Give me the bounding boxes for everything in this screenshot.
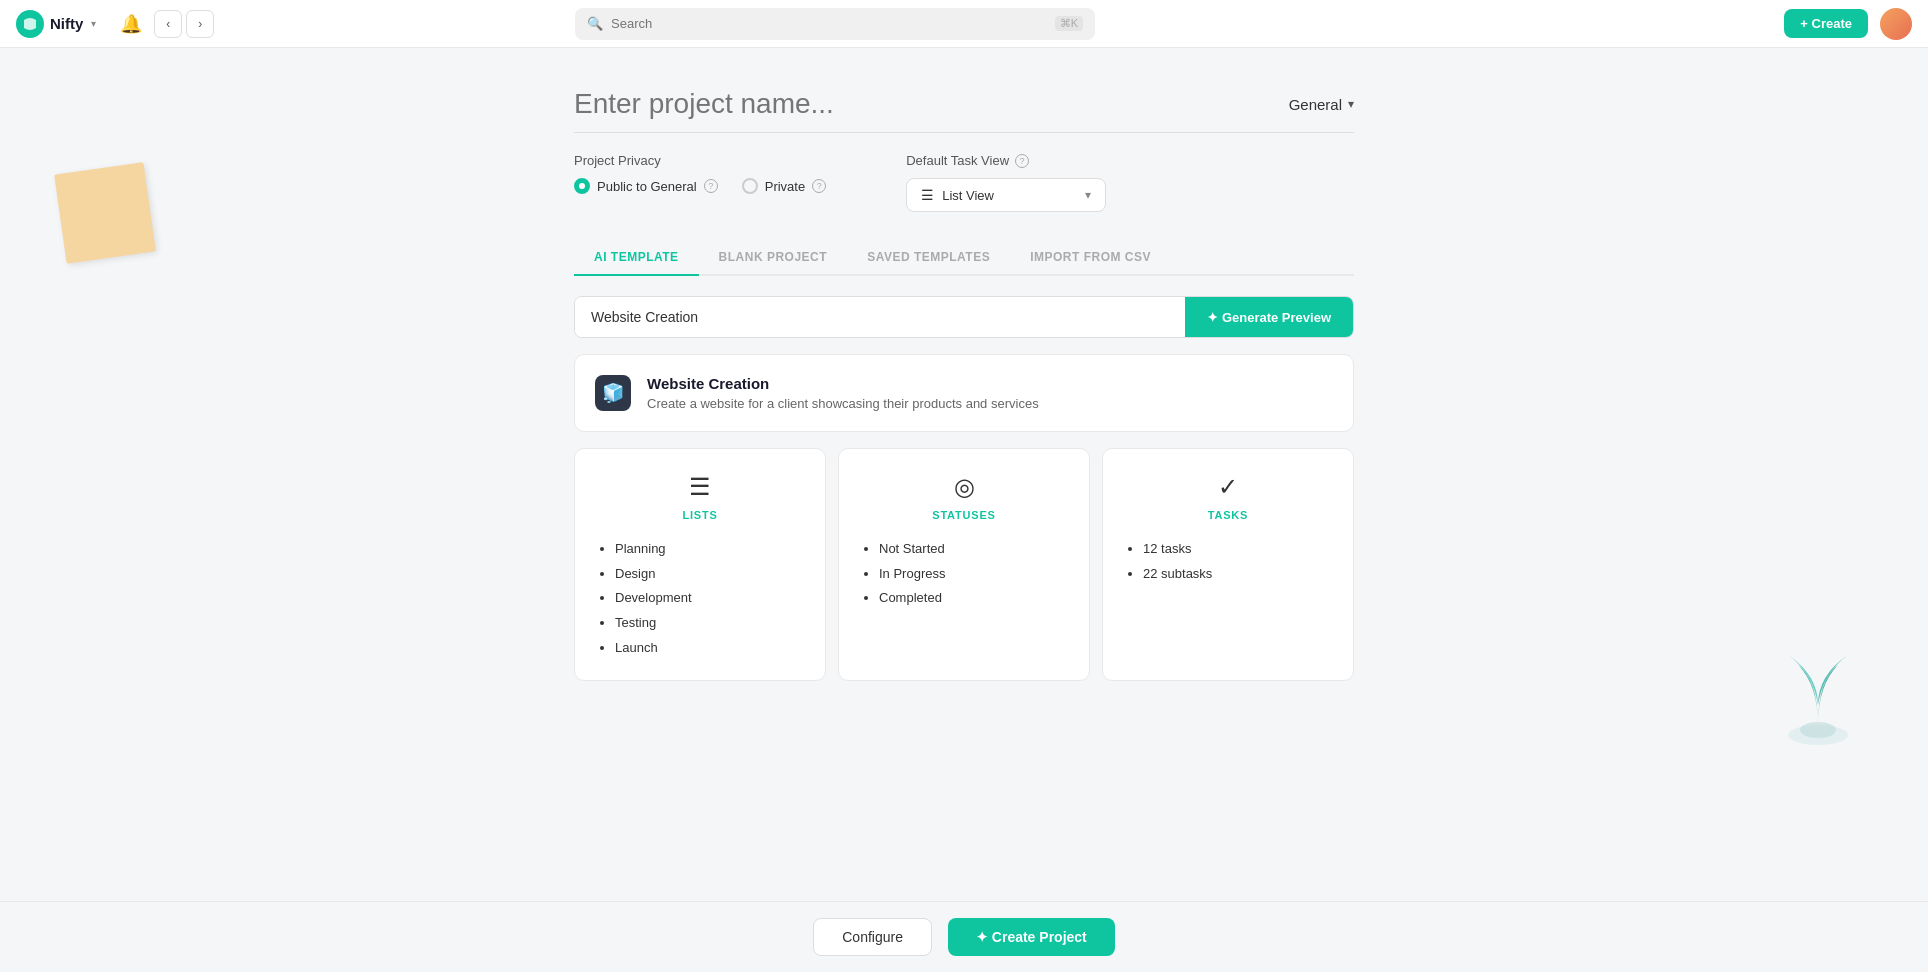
list-item: Design	[615, 562, 805, 587]
create-project-button[interactable]: ✦ Create Project	[948, 918, 1115, 956]
taskview-selected: List View	[942, 188, 994, 203]
tasks-list: 12 tasks 22 subtasks	[1123, 537, 1333, 586]
sticky-note-decoration	[54, 162, 156, 264]
statuses-icon: ◎	[954, 473, 975, 501]
list-item: Completed	[879, 586, 1069, 611]
tasks-title: TASKS	[1123, 509, 1333, 521]
search-input[interactable]	[611, 16, 1047, 31]
privacy-row: Project Privacy Public to General ? Priv…	[574, 153, 1354, 212]
list-item: Planning	[615, 537, 805, 562]
taskview-label: Default Task View ?	[906, 153, 1106, 168]
plant-decoration	[1768, 625, 1868, 745]
public-option[interactable]: Public to General ?	[574, 178, 718, 194]
public-radio[interactable]	[574, 178, 590, 194]
list-view-icon: ☰	[921, 187, 934, 203]
workspace-selector[interactable]: General ▾	[1289, 96, 1354, 113]
avatar[interactable]	[1880, 8, 1912, 40]
lists-title: LISTS	[595, 509, 805, 521]
statuses-icon-area: ◎	[859, 473, 1069, 501]
tab-import-csv[interactable]: IMPORT FROM CSV	[1010, 240, 1171, 276]
statuses-list: Not Started In Progress Completed	[859, 537, 1069, 611]
privacy-section: Project Privacy Public to General ? Priv…	[574, 153, 826, 194]
tasks-icon-area: ✓	[1123, 473, 1333, 501]
bottom-bar: Configure ✦ Create Project	[0, 901, 1928, 972]
list-item: Testing	[615, 611, 805, 636]
configure-button[interactable]: Configure	[813, 918, 932, 956]
lists-list: Planning Design Development Testing Laun…	[595, 537, 805, 660]
lists-icon-area: ☰	[595, 473, 805, 501]
svg-point-2	[1800, 722, 1836, 738]
project-name-input[interactable]	[574, 88, 1289, 120]
public-label: Public to General	[597, 179, 697, 194]
private-radio[interactable]	[742, 178, 758, 194]
form-container: General ▾ Project Privacy Public to Gene…	[574, 88, 1354, 705]
template-input-row: ✦ Generate Preview	[574, 296, 1354, 338]
list-item: 22 subtasks	[1143, 562, 1333, 587]
back-button[interactable]: ‹	[154, 10, 182, 38]
statuses-title: STATUSES	[859, 509, 1069, 521]
lists-column: ☰ LISTS Planning Design Development Test…	[574, 448, 826, 681]
nav-arrows: ‹ ›	[154, 10, 214, 38]
template-card-description: Create a website for a client showcasing…	[647, 396, 1039, 411]
template-card-icon: 🧊	[595, 375, 631, 411]
main-content: General ▾ Project Privacy Public to Gene…	[0, 48, 1928, 785]
forward-button[interactable]: ›	[186, 10, 214, 38]
workspace-label: General	[1289, 96, 1342, 113]
app-logo[interactable]: Nifty ▾	[16, 10, 96, 38]
privacy-options: Public to General ? Private ?	[574, 178, 826, 194]
topnav: Nifty ▾ 🔔 ‹ › 🔍 ⌘K + Create	[0, 0, 1928, 48]
template-card: 🧊 Website Creation Create a website for …	[574, 354, 1354, 432]
search-icon: 🔍	[587, 16, 603, 31]
tabs: AI TEMPLATE BLANK PROJECT SAVED TEMPLATE…	[574, 240, 1354, 276]
taskview-inner: ☰ List View	[921, 187, 994, 203]
list-item: Development	[615, 586, 805, 611]
taskview-chevron-icon: ▾	[1085, 188, 1091, 202]
private-label: Private	[765, 179, 805, 194]
template-input[interactable]	[575, 297, 1185, 337]
app-name: Nifty	[50, 15, 83, 32]
list-item: Not Started	[879, 537, 1069, 562]
tasks-icon: ✓	[1218, 473, 1238, 501]
private-info-icon[interactable]: ?	[812, 179, 826, 193]
list-item: Launch	[615, 636, 805, 661]
workspace-chevron-icon: ▾	[1348, 97, 1354, 111]
taskview-dropdown[interactable]: ☰ List View ▾	[906, 178, 1106, 212]
tab-blank-project[interactable]: BLANK PROJECT	[699, 240, 848, 276]
private-option[interactable]: Private ?	[742, 178, 826, 194]
tab-saved-templates[interactable]: SAVED TEMPLATES	[847, 240, 1010, 276]
statuses-column: ◎ STATUSES Not Started In Progress Compl…	[838, 448, 1090, 681]
taskview-info-icon[interactable]: ?	[1015, 154, 1029, 168]
columns-row: ☰ LISTS Planning Design Development Test…	[574, 448, 1354, 681]
global-create-button[interactable]: + Create	[1784, 9, 1868, 38]
search-bar[interactable]: 🔍 ⌘K	[575, 8, 1095, 40]
template-card-title: Website Creation	[647, 375, 1039, 392]
list-item: 12 tasks	[1143, 537, 1333, 562]
template-card-text: Website Creation Create a website for a …	[647, 375, 1039, 411]
public-info-icon[interactable]: ?	[704, 179, 718, 193]
lists-icon: ☰	[689, 473, 711, 501]
project-name-row: General ▾	[574, 88, 1354, 133]
cube-icon: 🧊	[602, 382, 624, 404]
topnav-right: + Create	[1784, 8, 1912, 40]
generate-preview-button[interactable]: ✦ Generate Preview	[1185, 297, 1353, 337]
list-item: In Progress	[879, 562, 1069, 587]
tasks-column: ✓ TASKS 12 tasks 22 subtasks	[1102, 448, 1354, 681]
app-chevron: ▾	[91, 18, 96, 29]
tab-ai-template[interactable]: AI TEMPLATE	[574, 240, 699, 276]
bell-icon[interactable]: 🔔	[120, 13, 142, 35]
privacy-label: Project Privacy	[574, 153, 826, 168]
search-shortcut: ⌘K	[1055, 16, 1083, 31]
taskview-section: Default Task View ? ☰ List View ▾	[906, 153, 1106, 212]
